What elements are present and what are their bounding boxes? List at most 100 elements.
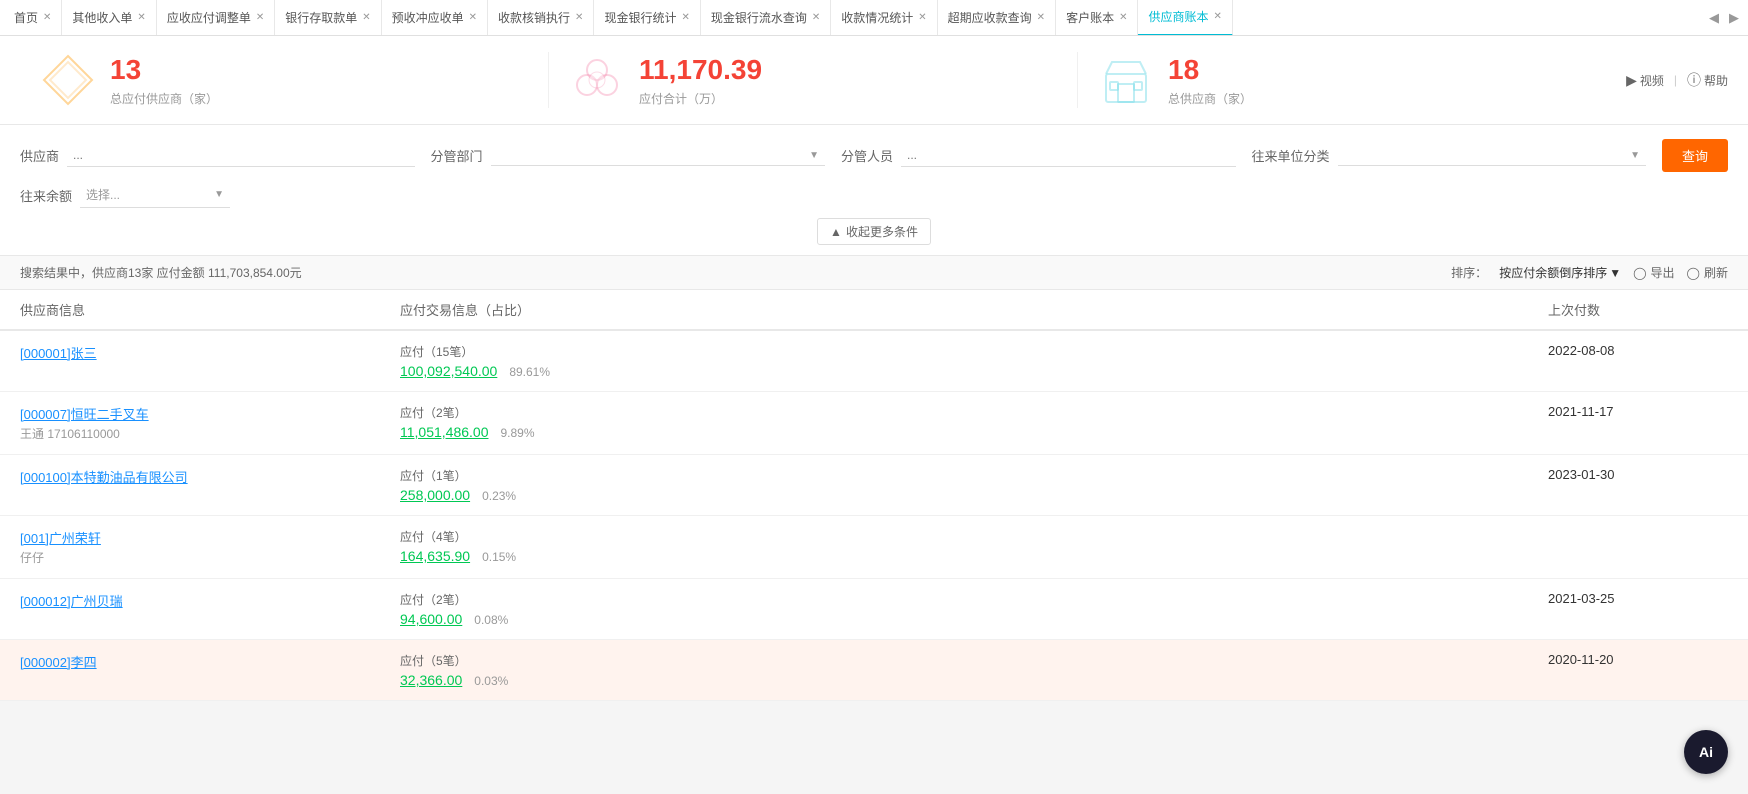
query-button[interactable]: 查询: [1662, 139, 1728, 172]
nav-tab-close[interactable]: ✕: [256, 12, 264, 23]
supplier-cell-4: [000012]广州贝瑞: [20, 591, 400, 610]
tx-amount-3[interactable]: 164,635.90: [400, 548, 470, 564]
tx-row-2: 258,000.00 0.23%: [400, 487, 1548, 503]
tx-percent-0: 89.61%: [509, 365, 550, 379]
nav-tab-close[interactable]: ✕: [362, 12, 370, 23]
stat-label-1: 应付合计（万）: [639, 90, 762, 107]
nav-tab-close[interactable]: ✕: [918, 12, 926, 23]
sort-select[interactable]: 按应付余额倒序排序 ▼: [1499, 264, 1621, 281]
nav-tab-label: 银行存取款单: [285, 9, 357, 26]
nav-tab-label: 收款情况统计: [841, 9, 913, 26]
tx-amount-2[interactable]: 258,000.00: [400, 487, 470, 503]
nav-tab-close[interactable]: ✕: [1037, 12, 1045, 23]
supplier-label: 供应商: [20, 146, 59, 165]
nav-tab-11[interactable]: 供应商账本 ✕: [1138, 0, 1232, 36]
nav-tab-label: 现金银行统计: [604, 9, 676, 26]
tx-amount-1[interactable]: 11,051,486.00: [400, 424, 489, 440]
refresh-icon: ◯: [1687, 266, 1700, 280]
video-link[interactable]: ▶ 视频: [1626, 72, 1664, 89]
supplier-input[interactable]: [67, 144, 414, 167]
table-body: [000001]张三 应付（15笔） 100,092,540.00 89.61%…: [0, 331, 1748, 701]
supplier-link-2[interactable]: [000100]本特勤油品有限公司: [20, 467, 400, 486]
divider: |: [1674, 73, 1677, 87]
nav-tab-7[interactable]: 现金银行流水查询 ✕: [701, 0, 831, 36]
stat-icon-1: [569, 52, 625, 108]
tx-amount-4[interactable]: 94,600.00: [400, 611, 462, 627]
supplier-link-3[interactable]: [001]广州荣轩: [20, 528, 400, 547]
supplier-cell-3: [001]广州荣轩 仔仔: [20, 528, 400, 566]
nav-tab-close[interactable]: ✕: [469, 12, 477, 23]
nav-tab-close[interactable]: ✕: [43, 12, 51, 23]
ai-button[interactable]: Ai: [1684, 730, 1728, 774]
table-row: [000002]李四 应付（5笔） 32,366.00 0.03% 2020-1…: [0, 640, 1748, 701]
supplier-sub-1: 王通 17106110000: [20, 425, 400, 442]
last-pay-date-2: 2023-01-30: [1548, 467, 1615, 482]
stats-area: 13 总应付供应商（家） 11,170.39 应付合计（万） 18 总供应商（家…: [0, 36, 1748, 125]
nav-tab-4[interactable]: 预收冲应收单✕: [382, 0, 488, 36]
stat-block-2: 18 总供应商（家）: [1078, 52, 1606, 108]
supplier-link-0[interactable]: [000001]张三: [20, 343, 400, 362]
table-row: [000001]张三 应付（15笔） 100,092,540.00 89.61%…: [0, 331, 1748, 392]
collapse-label: 收起更多条件: [846, 223, 918, 240]
stat-number-1: 11,170.39: [639, 53, 762, 87]
supplier-link-4[interactable]: [000012]广州贝瑞: [20, 591, 400, 610]
nav-prev-arrow[interactable]: ◀: [1704, 0, 1724, 36]
nav-tab-close[interactable]: ✕: [812, 12, 820, 23]
nav-tab-label: 供应商账本: [1148, 8, 1208, 25]
person-filter: 分管人员: [841, 144, 1236, 167]
last-pay-date-1: 2021-11-17: [1548, 404, 1614, 419]
nav-tab-5[interactable]: 收款核销执行✕: [488, 0, 594, 36]
dept-select[interactable]: ▼: [491, 146, 825, 166]
tx-amount-5[interactable]: 32,366.00: [400, 672, 462, 688]
stat-label-2: 总供应商（家）: [1168, 90, 1252, 107]
stat-block-1: 11,170.39 应付合计（万）: [549, 52, 1078, 108]
collapse-button[interactable]: ▲ 收起更多条件: [817, 218, 931, 245]
transaction-cell-0: 应付（15笔） 100,092,540.00 89.61%: [400, 343, 1548, 379]
tx-row-5: 32,366.00 0.03%: [400, 672, 1548, 688]
result-bar: 搜索结果中，供应商13家 应付金额 111,703,854.00元 排序： 按应…: [0, 256, 1748, 290]
nav-tab-close[interactable]: ✕: [1119, 12, 1127, 23]
stat-content-2: 18 总供应商（家）: [1168, 53, 1252, 108]
tx-percent-5: 0.03%: [474, 674, 508, 688]
refresh-button[interactable]: ◯ 刷新: [1687, 264, 1728, 281]
nav-tab-1[interactable]: 其他收入单✕: [62, 0, 156, 36]
unit-label: 往来单位分类: [1252, 146, 1330, 165]
nav-tab-2[interactable]: 应收应付调整单✕: [157, 0, 275, 36]
nav-tab-close[interactable]: ✕: [575, 12, 583, 23]
top-right-links: ▶ 视频 | ⓘ 帮助: [1606, 70, 1728, 90]
tx-label-3: 应付（4笔）: [400, 528, 1548, 545]
nav-tab-0[interactable]: 首页✕: [4, 0, 62, 36]
sort-label: 排序：: [1451, 264, 1487, 281]
nav-tab-10[interactable]: 客户账本 ✕: [1056, 0, 1138, 36]
tx-row-4: 94,600.00 0.08%: [400, 611, 1548, 627]
stat-number-2: 18: [1168, 53, 1252, 87]
top-nav: 首页✕其他收入单✕应收应付调整单✕银行存取款单✕预收冲应收单✕收款核销执行✕现金…: [0, 0, 1748, 36]
nav-tab-8[interactable]: 收款情况统计 ✕: [831, 0, 937, 36]
tx-row-3: 164,635.90 0.15%: [400, 548, 1548, 564]
help-link[interactable]: ⓘ 帮助: [1687, 70, 1728, 90]
supplier-link-1[interactable]: [000007]恒旺二手叉车: [20, 404, 400, 423]
nav-tab-close[interactable]: ✕: [1213, 11, 1221, 22]
supplier-cell-2: [000100]本特勤油品有限公司: [20, 467, 400, 486]
export-button[interactable]: ◯ 导出: [1633, 264, 1674, 281]
filter-area: 供应商 分管部门 ▼ 分管人员 往来单位分类 ▼ 查询 往来余额 选择: [0, 125, 1748, 256]
balance-select[interactable]: 选择... ▼: [80, 182, 230, 208]
tx-percent-3: 0.15%: [482, 550, 516, 564]
tx-label-2: 应付（1笔）: [400, 467, 1548, 484]
nav-tab-9[interactable]: 超期应收款查询✕: [938, 0, 1056, 36]
table-row: [000007]恒旺二手叉车 王通 17106110000 应付（2笔） 11,…: [0, 392, 1748, 455]
balance-select-text: 选择...: [86, 186, 120, 203]
nav-tab-6[interactable]: 现金银行统计 ✕: [594, 0, 700, 36]
nav-tab-label: 现金银行流水查询: [711, 9, 807, 26]
tx-amount-0[interactable]: 100,092,540.00: [400, 363, 497, 379]
nav-tab-close[interactable]: ✕: [681, 12, 689, 23]
nav-next-arrow[interactable]: ▶: [1724, 0, 1744, 36]
nav-tab-label: 客户账本: [1066, 9, 1114, 26]
unit-select[interactable]: ▼: [1338, 146, 1646, 166]
nav-tab-3[interactable]: 银行存取款单 ✕: [275, 0, 381, 36]
nav-tab-close[interactable]: ✕: [137, 12, 145, 23]
filter-row-2: 往来余额 选择... ▼: [20, 182, 1728, 208]
filter-row-1: 供应商 分管部门 ▼ 分管人员 往来单位分类 ▼ 查询: [20, 139, 1728, 172]
person-input[interactable]: [901, 144, 1235, 167]
supplier-link-5[interactable]: [000002]李四: [20, 652, 400, 671]
